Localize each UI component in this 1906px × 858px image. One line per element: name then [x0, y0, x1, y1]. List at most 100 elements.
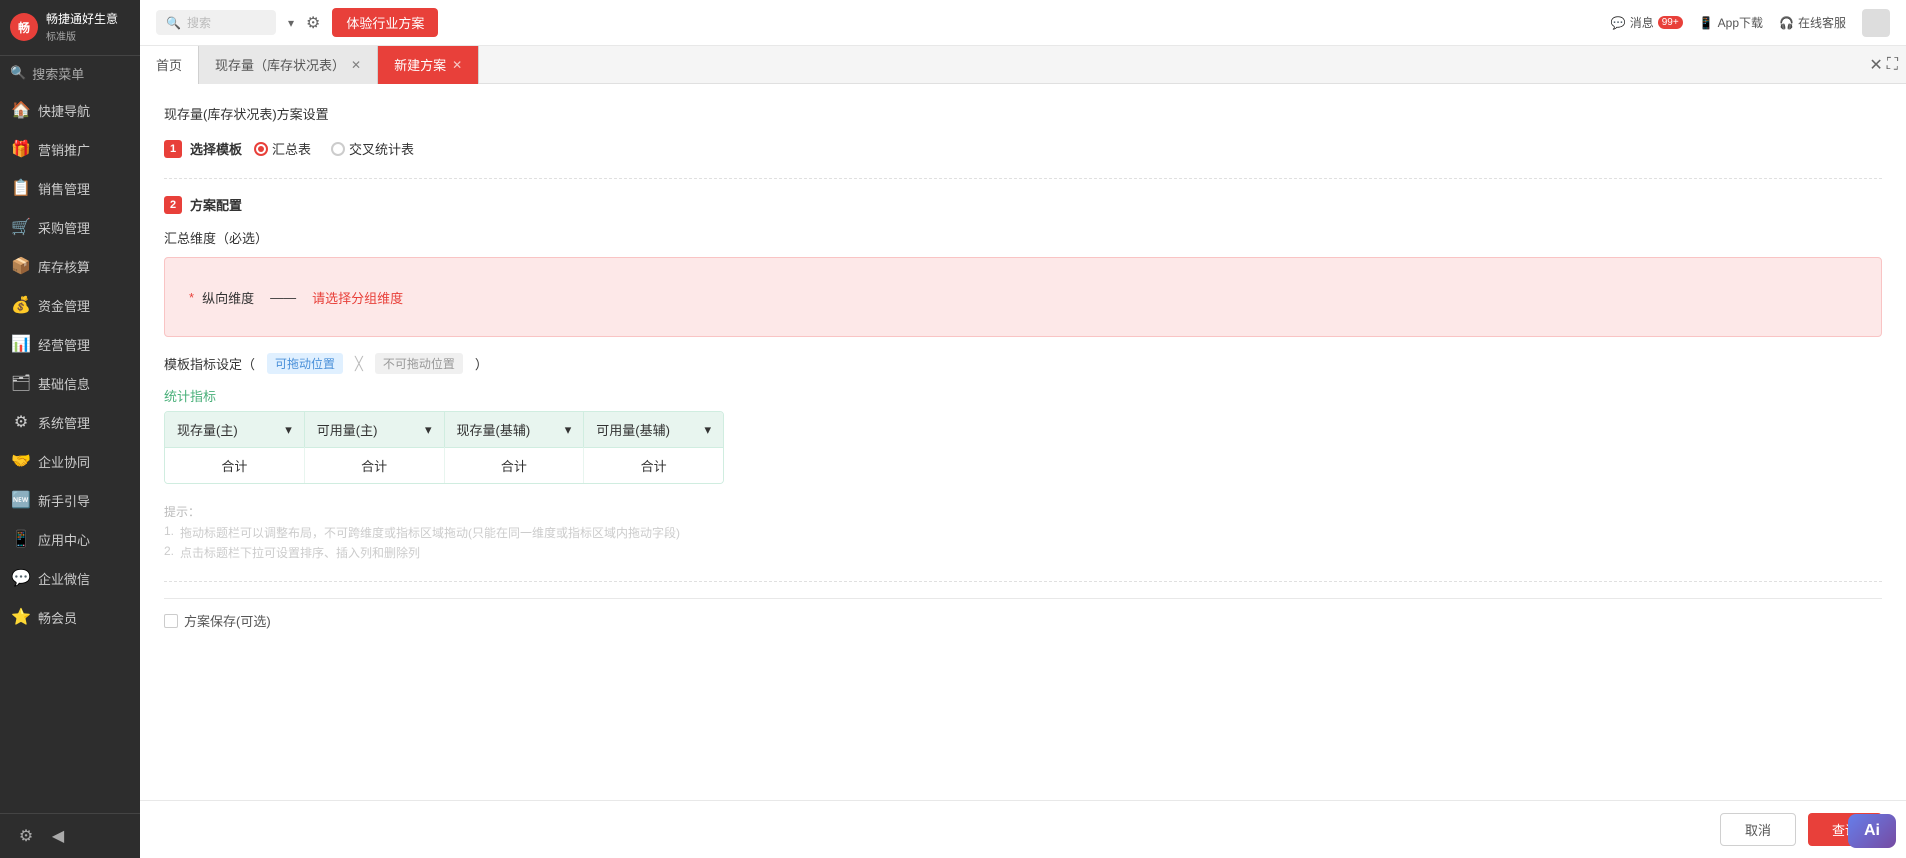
sidebar-item-label: 企业协同	[38, 452, 90, 471]
stats-cell-1-1: 合计	[165, 447, 305, 483]
headset-icon: 🎧	[1779, 16, 1794, 30]
sidebar-item-sales[interactable]: 📋 销售管理	[0, 169, 140, 208]
indicator-settings: 模板指标设定（ 可拖动位置 ╳ 不可拖动位置 ）	[164, 353, 1882, 374]
stats-cell-1-4: 合计	[584, 447, 723, 483]
stats-label: 统计指标	[164, 386, 1882, 405]
tab-new-plan-close-icon[interactable]: ✕	[452, 58, 462, 72]
folder-icon: 🗂	[12, 374, 30, 392]
tabbar: 首页 现存量（库存状况表） ✕ 新建方案 ✕ ✕ ⛶	[140, 46, 1906, 84]
topbar-gear-icon[interactable]: ⚙	[306, 13, 320, 33]
divider1	[164, 178, 1882, 179]
radio-group: 汇总表 交叉统计表	[254, 139, 414, 158]
sidebar-item-inventory[interactable]: 📦 库存核算	[0, 247, 140, 286]
sidebar-item-label: 应用中心	[38, 530, 90, 549]
step1-header: 1 选择模板 汇总表 交叉统计表	[164, 139, 1882, 158]
stats-cell-1-2: 合计	[305, 447, 445, 483]
template-indicator-label: 模板指标设定（	[164, 354, 255, 373]
app-download-label: App下载	[1718, 14, 1763, 31]
sidebar-item-label: 营销推广	[38, 140, 90, 159]
handshake-icon: 🤝	[12, 452, 30, 470]
stats-header-col1: 现存量(主) ▾	[165, 412, 305, 447]
col1-sort-icon[interactable]: ▾	[285, 422, 292, 438]
new-icon: 🆕	[12, 491, 30, 509]
sidebar-logo: 畅 畅捷通好生意 标准版	[0, 0, 140, 56]
dimension-placeholder[interactable]: 请选择分组维度	[312, 288, 403, 307]
sidebar-item-label: 经营管理	[38, 335, 90, 354]
search-icon: 🔍	[166, 16, 181, 30]
gear-icon: ⚙	[12, 413, 30, 431]
user-avatar[interactable]	[1862, 9, 1890, 37]
cart-icon: 🛒	[12, 218, 30, 236]
step2-header: 2 方案配置	[164, 195, 1882, 214]
col2-sort-icon[interactable]: ▾	[425, 422, 432, 438]
tab-home-label: 首页	[156, 55, 182, 74]
field-dash: ——	[270, 290, 296, 305]
section-step1: 1 选择模板 汇总表 交叉统计表	[164, 139, 1882, 158]
col2-label: 可用量(主)	[317, 420, 378, 439]
step2-badge: 2	[164, 196, 182, 214]
sidebar-item-enterprise[interactable]: 🤝 企业协同	[0, 442, 140, 481]
mobile-icon: 📱	[12, 530, 30, 548]
topbar-search[interactable]: 🔍 搜索	[156, 10, 276, 35]
save-checkbox[interactable]	[164, 614, 178, 628]
sidebar-item-wechat[interactable]: 💬 企业微信	[0, 559, 140, 598]
topbar: 🔍 搜索 ▾ ⚙ 体验行业方案 💬 消息 99+ 📱 App下载 🎧 在线客服	[140, 0, 1906, 46]
content-inner: 现存量(库存状况表)方案设置 1 选择模板 汇总表 交叉统计表	[140, 84, 1906, 800]
radio-cross[interactable]: 交叉统计表	[331, 139, 414, 158]
search-label: 搜索菜单	[32, 64, 84, 83]
home-icon: 🏠	[12, 101, 30, 119]
sidebar-item-label: 畅会员	[38, 608, 77, 627]
sidebar-item-basic-info[interactable]: 🗂 基础信息	[0, 364, 140, 403]
settings-icon[interactable]: ⚙	[12, 822, 40, 850]
tab-new-plan[interactable]: 新建方案 ✕	[378, 46, 479, 84]
sidebar-search[interactable]: 🔍 搜索菜单	[0, 56, 140, 91]
app-download-item[interactable]: 📱 App下载	[1699, 14, 1763, 31]
tab-right-btns: ✕ ⛶	[1869, 55, 1906, 75]
sidebar-item-quick-nav[interactable]: 🏠 快捷导航	[0, 91, 140, 130]
required-star: *	[189, 290, 194, 305]
tips-list: 拖动标题栏可以调整布局，不可跨维度或指标区域拖动(只能在同一维度或指标区域内拖动…	[164, 524, 1882, 561]
radio-summary[interactable]: 汇总表	[254, 139, 311, 158]
sidebar-item-finance[interactable]: 💰 资金管理	[0, 286, 140, 325]
sidebar-item-purchase[interactable]: 🛒 采购管理	[0, 208, 140, 247]
message-icon: 💬	[1611, 16, 1626, 30]
radio-cross-dot	[331, 142, 345, 156]
cancel-button[interactable]: 取消	[1720, 813, 1796, 846]
save-option: 方案保存(可选)	[164, 598, 1882, 630]
tab-inventory-close-icon[interactable]: ✕	[351, 58, 361, 72]
chart-icon: 📊	[12, 335, 30, 353]
col4-sort-icon[interactable]: ▾	[704, 422, 711, 438]
tab-inventory-status[interactable]: 现存量（库存状况表） ✕	[199, 46, 378, 84]
content: 现存量(库存状况表)方案设置 1 选择模板 汇总表 交叉统计表	[140, 84, 1906, 800]
collapse-icon[interactable]: ◀	[44, 822, 72, 850]
tab-home[interactable]: 首页	[140, 46, 199, 84]
sidebar-item-system[interactable]: ⚙ 系统管理	[0, 403, 140, 442]
col3-sort-icon[interactable]: ▾	[565, 422, 572, 438]
no-drag-label: 不可拖动位置	[383, 355, 455, 372]
sidebar-item-app-center[interactable]: 📱 应用中心	[0, 520, 140, 559]
tab-new-plan-label: 新建方案	[394, 55, 446, 74]
ai-button[interactable]: Ai	[1848, 814, 1896, 848]
no-drag-indicator: ╳	[355, 356, 363, 372]
message-item[interactable]: 💬 消息 99+	[1611, 14, 1683, 31]
experience-btn[interactable]: 体验行业方案	[332, 8, 438, 37]
tab-close-all-icon[interactable]: ✕	[1869, 55, 1882, 75]
logo-icon: 畅	[10, 13, 38, 41]
sidebar-item-marketing[interactable]: 🎁 营销推广	[0, 130, 140, 169]
stats-table: 现存量(主) ▾ 可用量(主) ▾ 现存量(基辅) ▾ 可用量(基辅)	[164, 411, 724, 484]
topbar-right: 💬 消息 99+ 📱 App下载 🎧 在线客服	[1611, 9, 1890, 37]
sidebar-item-label: 基础信息	[38, 374, 90, 393]
message-badge: 99+	[1658, 16, 1683, 29]
sidebar-item-new-guide[interactable]: 🆕 新手引导	[0, 481, 140, 520]
online-service-item[interactable]: 🎧 在线客服	[1779, 14, 1846, 31]
sidebar-item-member[interactable]: ⭐ 畅会员	[0, 598, 140, 637]
draggable-badge: 可拖动位置	[267, 353, 343, 374]
step2-title: 方案配置	[190, 195, 242, 214]
topbar-dropdown[interactable]: ▾	[288, 16, 294, 30]
sidebar-item-operations[interactable]: 📊 经营管理	[0, 325, 140, 364]
sidebar-item-label: 库存核算	[38, 257, 90, 276]
tab-expand-icon[interactable]: ⛶	[1887, 56, 1898, 74]
divider2	[164, 581, 1882, 582]
sidebar-item-label: 采购管理	[38, 218, 90, 237]
online-service-label: 在线客服	[1798, 14, 1846, 31]
